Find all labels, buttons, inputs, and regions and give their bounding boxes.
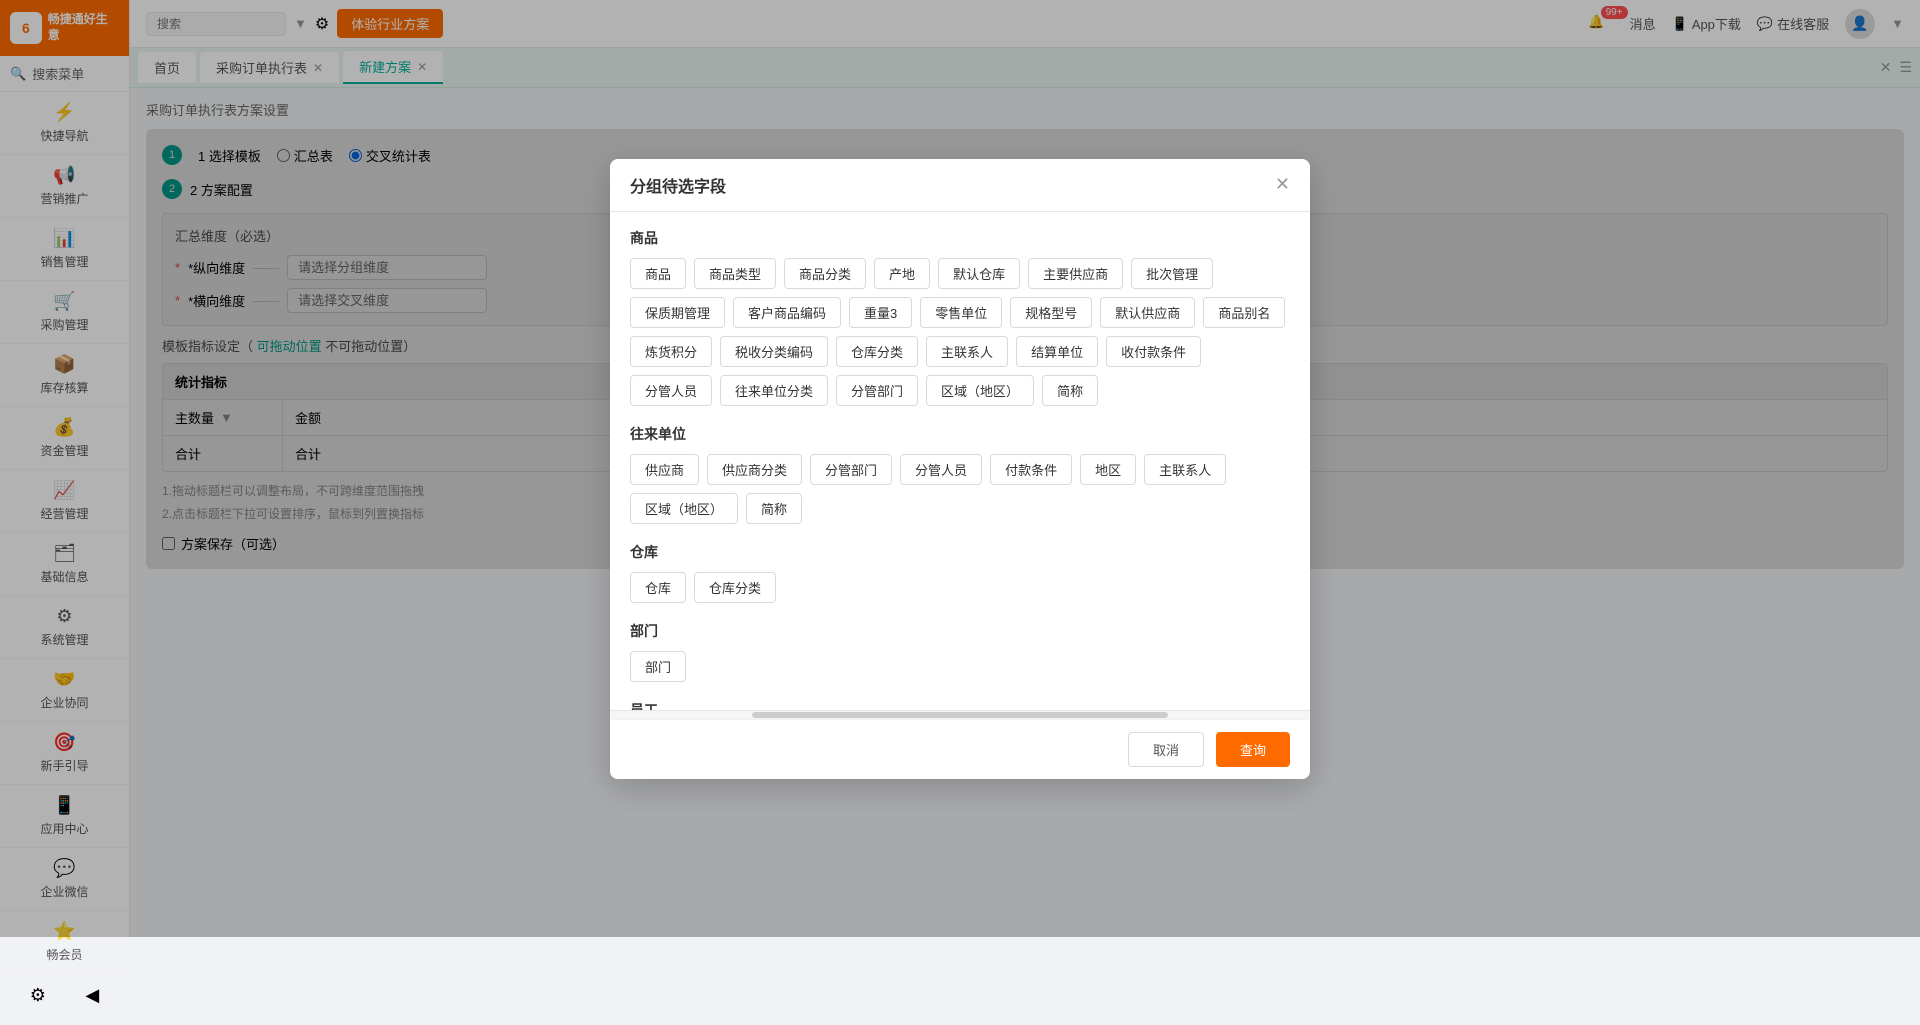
field-tag[interactable]: 商品别名	[1203, 297, 1285, 328]
field-tag[interactable]: 商品分类	[784, 258, 866, 289]
field-tag[interactable]: 分管部门	[836, 375, 918, 406]
field-tag[interactable]: 重量3	[849, 297, 912, 328]
field-tag[interactable]: 分管人员	[900, 454, 982, 485]
section-warehouse: 仓库仓库仓库分类	[630, 542, 1290, 603]
field-tag[interactable]: 商品类型	[694, 258, 776, 289]
section-department: 部门部门	[630, 621, 1290, 682]
field-tag[interactable]: 仓库	[630, 572, 686, 603]
confirm-button[interactable]: 查询	[1216, 732, 1290, 767]
field-tags-warehouse: 仓库仓库分类	[630, 572, 1290, 603]
field-tag[interactable]: 分管人员	[630, 375, 712, 406]
modal-overlay: 分组待选字段 ✕ 商品商品商品类型商品分类产地默认仓库主要供应商批次管理保质期管…	[0, 0, 1920, 937]
field-tag[interactable]: 产地	[874, 258, 930, 289]
field-tag[interactable]: 商品	[630, 258, 686, 289]
field-tag[interactable]: 默认供应商	[1100, 297, 1195, 328]
field-tag[interactable]: 批次管理	[1131, 258, 1213, 289]
modal-body[interactable]: 商品商品商品类型商品分类产地默认仓库主要供应商批次管理保质期管理客户商品编码重量…	[610, 212, 1310, 710]
field-tags-department: 部门	[630, 651, 1290, 682]
field-tag[interactable]: 默认仓库	[938, 258, 1020, 289]
field-tag[interactable]: 收付款条件	[1106, 336, 1201, 367]
section-product: 商品商品商品类型商品分类产地默认仓库主要供应商批次管理保质期管理客户商品编码重量…	[630, 228, 1290, 406]
modal-hscroll[interactable]	[610, 710, 1310, 719]
field-tag[interactable]: 零售单位	[920, 297, 1002, 328]
field-tag[interactable]: 结算单位	[1016, 336, 1098, 367]
field-tag[interactable]: 区域（地区）	[630, 493, 738, 524]
field-tag[interactable]: 税收分类编码	[720, 336, 828, 367]
hscroll-thumb	[752, 712, 1167, 718]
field-tag[interactable]: 地区	[1080, 454, 1136, 485]
modal-close-button[interactable]: ✕	[1275, 174, 1290, 195]
section-partner: 往来单位供应商供应商分类分管部门分管人员付款条件地区主联系人区域（地区） 简称	[630, 424, 1290, 524]
field-tag[interactable]: 保质期管理	[630, 297, 725, 328]
section-employee: 员工业务员	[630, 700, 1290, 710]
field-tag[interactable]: 供应商分类	[707, 454, 802, 485]
field-tag[interactable]: 简称	[1042, 375, 1098, 406]
field-tag[interactable]: 往来单位分类	[720, 375, 828, 406]
modal-footer: 取消 查询	[610, 719, 1310, 779]
field-tag[interactable]: 简称	[746, 493, 802, 524]
field-tag[interactable]: 仓库分类	[836, 336, 918, 367]
field-tag[interactable]: 规格型号	[1010, 297, 1092, 328]
field-tag[interactable]: 主联系人	[1144, 454, 1226, 485]
modal-title: 分组待选字段	[630, 173, 726, 197]
section-title-partner: 往来单位	[630, 424, 1290, 444]
modal: 分组待选字段 ✕ 商品商品商品类型商品分类产地默认仓库主要供应商批次管理保质期管…	[610, 159, 1310, 779]
field-tag[interactable]: 供应商	[630, 454, 699, 485]
field-tag[interactable]: 客户商品编码	[733, 297, 841, 328]
section-title-department: 部门	[630, 621, 1290, 641]
field-tag[interactable]: 仓库分类	[694, 572, 776, 603]
field-tag[interactable]: 分管部门	[810, 454, 892, 485]
field-tag[interactable]: 区域（地区）	[926, 375, 1034, 406]
section-title-warehouse: 仓库	[630, 542, 1290, 562]
section-title-product: 商品	[630, 228, 1290, 248]
field-tag[interactable]: 主联系人	[926, 336, 1008, 367]
modal-header: 分组待选字段 ✕	[610, 159, 1310, 212]
field-tag[interactable]: 炼货积分	[630, 336, 712, 367]
field-tags-partner: 供应商供应商分类分管部门分管人员付款条件地区主联系人区域（地区） 简称	[630, 454, 1290, 524]
field-tag[interactable]: 主要供应商	[1028, 258, 1123, 289]
cancel-button[interactable]: 取消	[1128, 732, 1204, 767]
field-tags-product: 商品商品类型商品分类产地默认仓库主要供应商批次管理保质期管理客户商品编码重量3 零…	[630, 258, 1290, 406]
section-title-employee: 员工	[630, 700, 1290, 710]
field-tag[interactable]: 付款条件	[990, 454, 1072, 485]
field-tag[interactable]: 部门	[630, 651, 686, 682]
